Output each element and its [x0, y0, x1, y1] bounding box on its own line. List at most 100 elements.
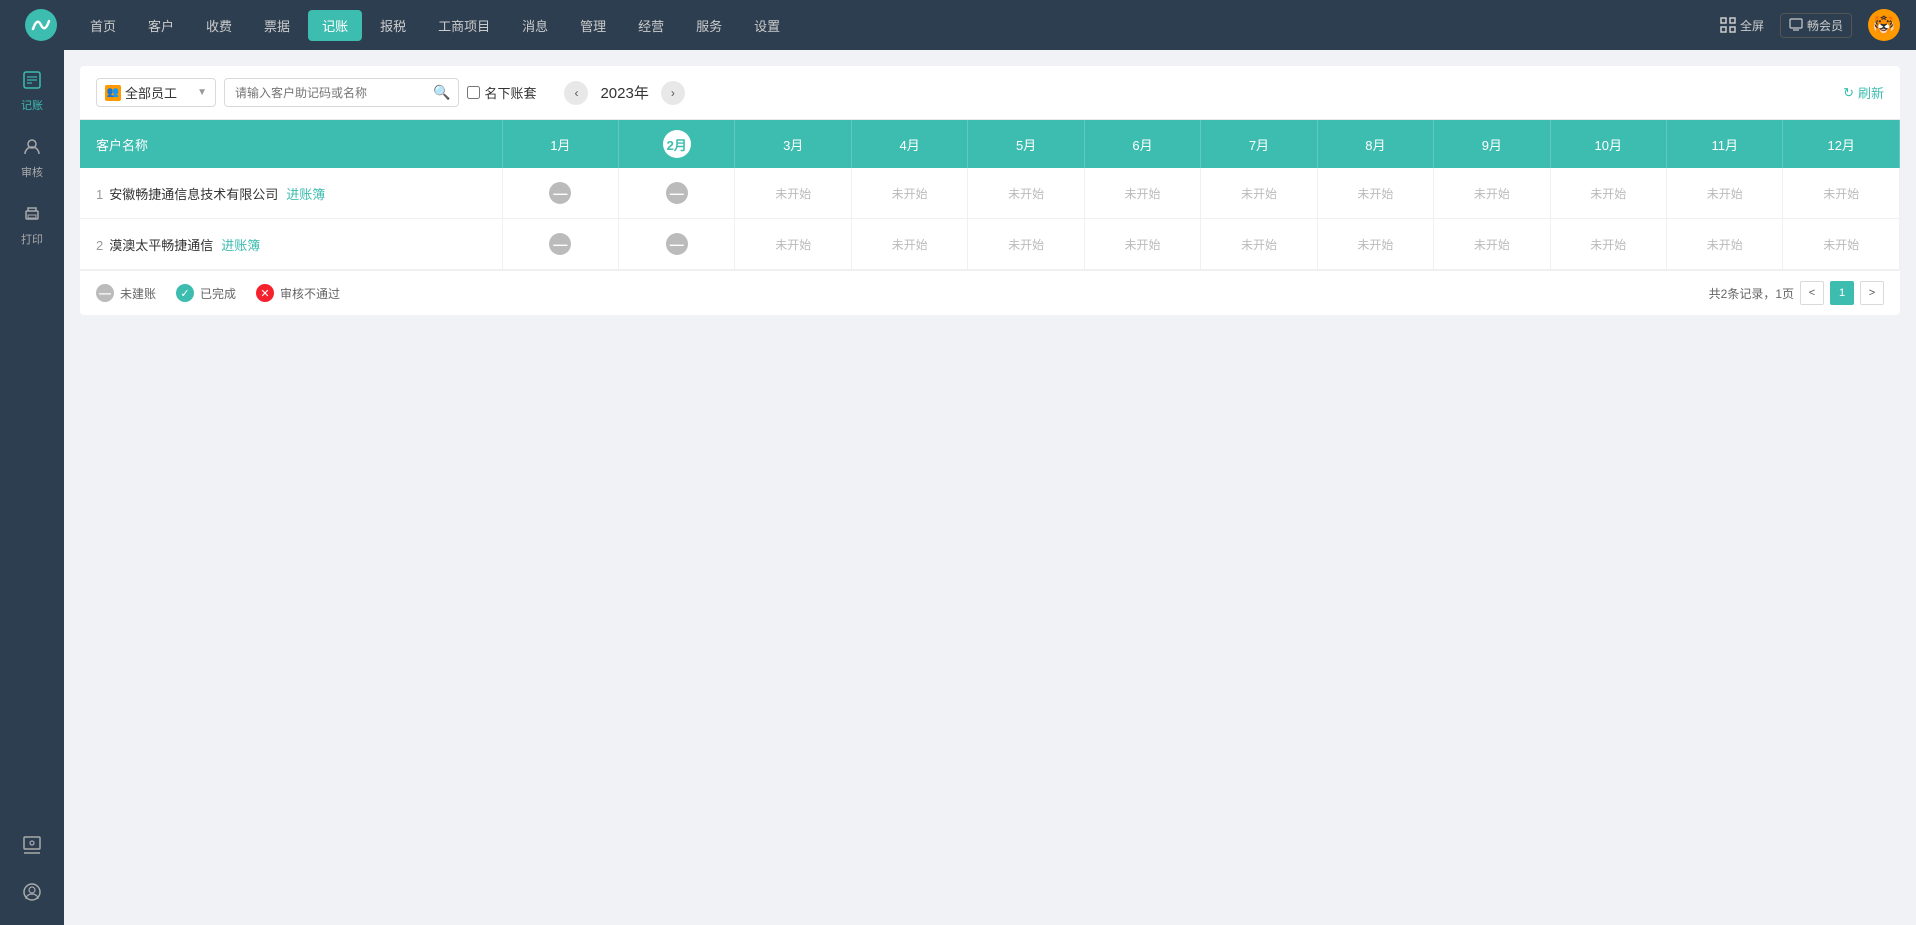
- print-icon: [22, 204, 42, 227]
- avatar[interactable]: 🐯: [1868, 9, 1900, 41]
- refresh-label: 刷新: [1858, 83, 1884, 102]
- col-header-12: 12月: [1783, 120, 1900, 168]
- audit-icon: [22, 137, 42, 160]
- status-not-started: 未开始: [1241, 187, 1277, 201]
- page-1-button[interactable]: 1: [1830, 281, 1854, 305]
- page-prev-button[interactable]: <: [1800, 281, 1824, 305]
- col-header-11: 11月: [1666, 120, 1782, 168]
- month-cell-5[interactable]: 未开始: [968, 168, 1084, 219]
- nav-customer[interactable]: 客户: [134, 10, 188, 41]
- nav-message[interactable]: 消息: [508, 10, 562, 41]
- member-button[interactable]: 畅会员: [1780, 13, 1852, 38]
- nav-tax[interactable]: 报税: [366, 10, 420, 41]
- status-not-started: 未开始: [1823, 187, 1859, 201]
- logo: [16, 9, 66, 41]
- enter-ledger-link[interactable]: 进账簿: [221, 238, 260, 253]
- main-table: 客户名称 1月 2月 3月 4月 5月 6月 7月 8月 9月: [80, 120, 1900, 270]
- nav-right: 全屏 畅会员 🐯: [1720, 9, 1900, 41]
- month-cell-10[interactable]: 未开始: [1550, 168, 1666, 219]
- col-header-name: 客户名称: [80, 120, 502, 168]
- status-not-started: 未开始: [1125, 238, 1161, 252]
- month-cell-4[interactable]: 未开始: [851, 168, 967, 219]
- month-cell-9[interactable]: 未开始: [1434, 168, 1550, 219]
- myaccount-checkbox[interactable]: [467, 86, 480, 99]
- month-cell-2[interactable]: —: [619, 168, 735, 219]
- month-cell-2[interactable]: —: [619, 219, 735, 270]
- month-cell-1[interactable]: —: [502, 219, 618, 270]
- sidebar-item-user[interactable]: [18, 870, 46, 917]
- status-not-started: 未开始: [1590, 238, 1626, 252]
- nav-bizproject[interactable]: 工商项目: [424, 10, 504, 41]
- month-cell-8[interactable]: 未开始: [1317, 219, 1433, 270]
- year-next-button[interactable]: ›: [661, 81, 685, 105]
- col-header-10: 10月: [1550, 120, 1666, 168]
- month-cell-4[interactable]: 未开始: [851, 219, 967, 270]
- employee-select[interactable]: 👥 全部员工 ▼: [96, 78, 216, 107]
- month-cell-7[interactable]: 未开始: [1201, 168, 1317, 219]
- month-cell-3[interactable]: 未开始: [735, 168, 851, 219]
- month-cell-3[interactable]: 未开始: [735, 219, 851, 270]
- sidebar-item-download[interactable]: [18, 823, 46, 870]
- year-display: 2023年: [600, 82, 648, 103]
- month-cell-10[interactable]: 未开始: [1550, 219, 1666, 270]
- nav-invoice[interactable]: 票据: [250, 10, 304, 41]
- month-cell-9[interactable]: 未开始: [1434, 219, 1550, 270]
- employee-select-label: 全部员工: [125, 83, 177, 102]
- fullscreen-button[interactable]: 全屏: [1720, 17, 1764, 34]
- legend-complete-label: 已完成: [200, 285, 236, 302]
- table-header-row: 客户名称 1月 2月 3月 4月 5月 6月 7月 8月 9月: [80, 120, 1900, 168]
- client-name: 漠澳太平畅捷通信: [109, 238, 213, 253]
- status-not-started: 未开始: [1357, 187, 1393, 201]
- nav-operate[interactable]: 经营: [624, 10, 678, 41]
- col-header-2: 2月: [619, 120, 735, 168]
- status-not-started: 未开始: [1008, 238, 1044, 252]
- nav-settings[interactable]: 设置: [740, 10, 794, 41]
- month-cell-6[interactable]: 未开始: [1084, 168, 1200, 219]
- col-header-9: 9月: [1434, 120, 1550, 168]
- search-button[interactable]: 🔍: [425, 79, 458, 106]
- nav-fee[interactable]: 收费: [192, 10, 246, 41]
- month-cell-5[interactable]: 未开始: [968, 219, 1084, 270]
- refresh-button[interactable]: ↻ 刷新: [1843, 83, 1884, 102]
- col-header-8: 8月: [1317, 120, 1433, 168]
- client-name: 安徽畅捷通信息技术有限公司: [109, 187, 278, 202]
- year-prev-button[interactable]: ‹: [564, 81, 588, 105]
- month-cell-1[interactable]: —: [502, 168, 618, 219]
- status-not-started: 未开始: [892, 187, 928, 201]
- status-not-started: 未开始: [1474, 187, 1510, 201]
- month-cell-11[interactable]: 未开始: [1666, 219, 1782, 270]
- page-next-button[interactable]: >: [1860, 281, 1884, 305]
- month-cell-7[interactable]: 未开始: [1201, 219, 1317, 270]
- col-header-3: 3月: [735, 120, 851, 168]
- sidebar-accounting-label: 记账: [21, 97, 43, 113]
- nav-service[interactable]: 服务: [682, 10, 736, 41]
- user-circle-icon: [22, 882, 42, 905]
- nav-manage[interactable]: 管理: [566, 10, 620, 41]
- sidebar-item-audit[interactable]: 审核: [0, 125, 64, 192]
- sidebar-item-accounting[interactable]: 记账: [0, 58, 64, 125]
- legend-not-built: — 未建账: [96, 284, 156, 302]
- checkbox-label-wrap[interactable]: 名下账套: [467, 83, 536, 102]
- nav-accounting[interactable]: 记账: [308, 10, 362, 41]
- select-arrow-icon: ▼: [197, 87, 207, 98]
- row-number: 2: [96, 238, 103, 253]
- month-cell-11[interactable]: 未开始: [1666, 168, 1782, 219]
- nav-home[interactable]: 首页: [76, 10, 130, 41]
- search-input[interactable]: [225, 81, 425, 105]
- status-dash-icon: —: [666, 182, 688, 204]
- table-row: 1安徽畅捷通信息技术有限公司进账簿——未开始未开始未开始未开始未开始未开始未开始…: [80, 168, 1900, 219]
- row-number: 1: [96, 187, 103, 202]
- legend-fail-label: 审核不通过: [280, 285, 340, 302]
- month-cell-8[interactable]: 未开始: [1317, 168, 1433, 219]
- enter-ledger-link[interactable]: 进账簿: [286, 187, 325, 202]
- main-layout: 记账 审核 打印: [0, 50, 1916, 925]
- client-name-cell: 2 漠澳太平畅捷通信进账簿: [80, 219, 502, 270]
- month-cell-12[interactable]: 未开始: [1783, 219, 1900, 270]
- member-label: 畅会员: [1807, 17, 1843, 34]
- col-header-7: 7月: [1201, 120, 1317, 168]
- month-cell-12[interactable]: 未开始: [1783, 168, 1900, 219]
- status-not-started: 未开始: [1707, 238, 1743, 252]
- sidebar-item-print[interactable]: 打印: [0, 192, 64, 259]
- status-not-started: 未开始: [1707, 187, 1743, 201]
- month-cell-6[interactable]: 未开始: [1084, 219, 1200, 270]
